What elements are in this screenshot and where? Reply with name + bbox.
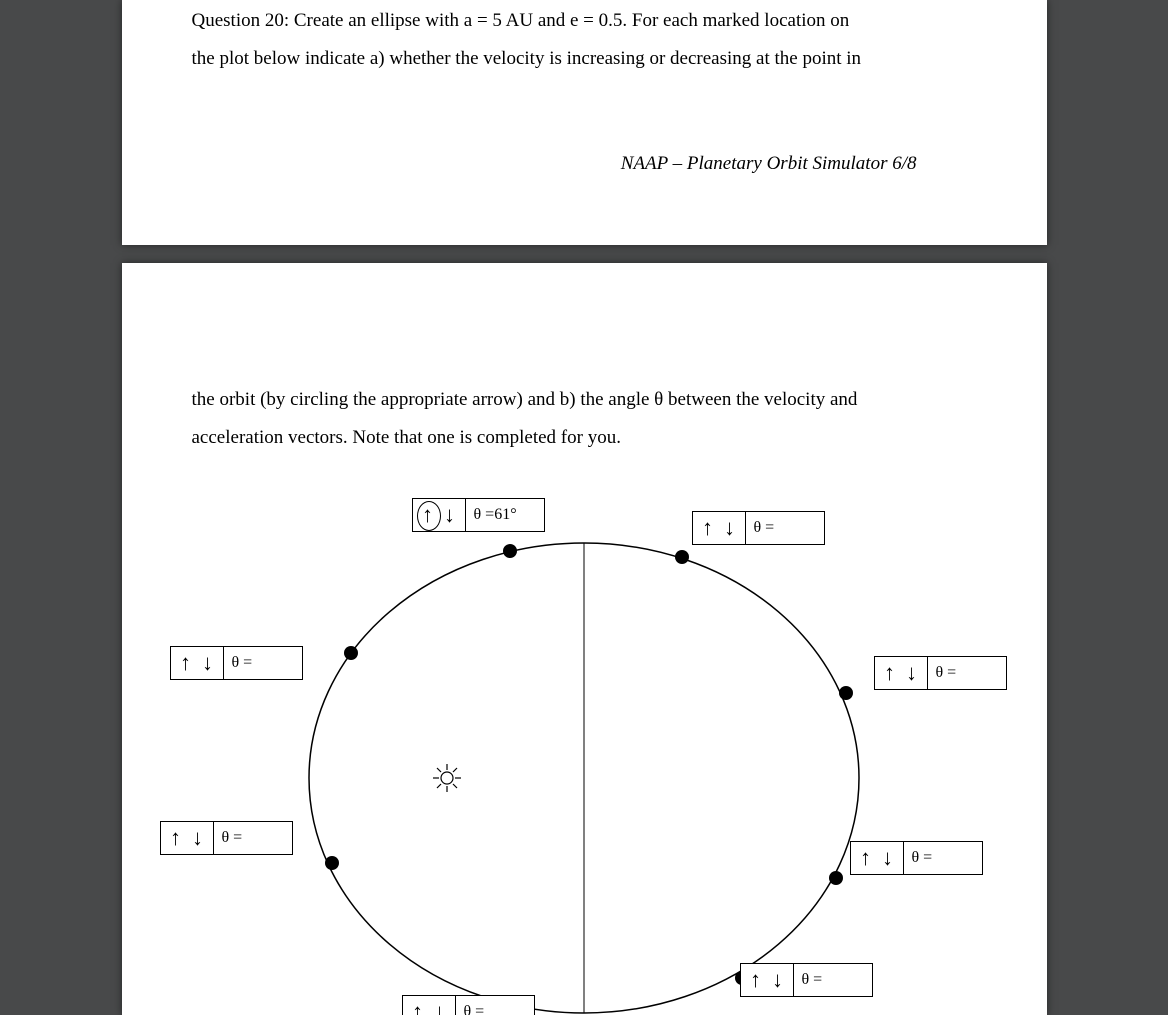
- orbit-point: [675, 550, 689, 564]
- orbit-point: [344, 646, 358, 660]
- arrow-down-icon[interactable]: ↓: [721, 517, 739, 539]
- page-footer: NAAP – Planetary Orbit Simulator 6/8: [621, 153, 917, 175]
- answer-box-top-left[interactable]: ↑ ↓ θ = 61°: [412, 498, 545, 532]
- answer-box-mid-right[interactable]: ↑ ↓ θ =: [874, 656, 1007, 690]
- orbit-point: [839, 686, 853, 700]
- answer-box-bot-right[interactable]: ↑ ↓ θ =: [740, 963, 873, 997]
- arrow-down-icon[interactable]: ↓: [769, 969, 787, 991]
- arrow-pair[interactable]: ↑ ↓: [851, 842, 904, 874]
- arrow-pair[interactable]: ↑ ↓: [171, 647, 224, 679]
- theta-label: θ =: [222, 829, 243, 847]
- arrow-up-icon[interactable]: ↑: [747, 969, 765, 991]
- document-page-2: the orbit (by circling the appropriate a…: [122, 263, 1047, 1015]
- arrow-up-icon[interactable]: ↑: [857, 847, 875, 869]
- theta-label: θ =: [464, 1003, 485, 1015]
- theta-field[interactable]: θ =: [214, 822, 292, 854]
- arrow-pair[interactable]: ↑ ↓: [741, 964, 794, 996]
- answer-box-bot-left[interactable]: ↑ ↓ θ =: [402, 995, 535, 1015]
- answer-box-low-left[interactable]: ↑ ↓ θ =: [160, 821, 293, 855]
- theta-field[interactable]: θ =: [224, 647, 302, 679]
- question-text: Question 20: Create an ellipse with a = …: [192, 0, 977, 78]
- orbit-point: [829, 871, 843, 885]
- arrow-up-icon[interactable]: ↑: [699, 517, 717, 539]
- answer-box-mid-left[interactable]: ↑ ↓ θ =: [170, 646, 303, 680]
- answer-box-top-right[interactable]: ↑ ↓ θ =: [692, 511, 825, 545]
- arrow-down-icon[interactable]: ↓: [879, 847, 897, 869]
- theta-value: 61°: [494, 506, 516, 524]
- orbit-point: [503, 544, 517, 558]
- cont-line2: acceleration vectors. Note that one is c…: [192, 427, 621, 448]
- arrow-up-icon[interactable]: ↑: [167, 827, 185, 849]
- arrow-down-icon[interactable]: ↓: [199, 652, 217, 674]
- theta-label: θ =: [474, 506, 495, 524]
- sun-icon: [433, 764, 461, 792]
- viewport: Question 20: Create an ellipse with a = …: [0, 0, 1168, 1015]
- theta-field[interactable]: θ =: [746, 512, 824, 544]
- cont-line1: the orbit (by circling the appropriate a…: [192, 389, 858, 410]
- arrow-up-icon[interactable]: ↑: [177, 652, 195, 674]
- orbit-svg: [122, 478, 1047, 1015]
- theta-field[interactable]: θ =: [904, 842, 982, 874]
- theta-label: θ =: [754, 519, 775, 537]
- theta-field[interactable]: θ = 61°: [466, 499, 544, 531]
- arrow-down-icon[interactable]: ↓: [903, 662, 921, 684]
- theta-field[interactable]: θ =: [794, 964, 872, 996]
- arrow-up-icon[interactable]: ↑: [409, 1001, 427, 1015]
- orbit-point: [325, 856, 339, 870]
- arrow-pair[interactable]: ↑ ↓: [693, 512, 746, 544]
- theta-field[interactable]: θ =: [928, 657, 1006, 689]
- continuation-text: the orbit (by circling the appropriate a…: [192, 263, 977, 457]
- question-line1: Question 20: Create an ellipse with a = …: [192, 10, 850, 31]
- arrow-down-icon[interactable]: ↓: [441, 504, 459, 526]
- orbit-diagram: ↑ ↓ θ = 61° ↑ ↓ θ =: [122, 478, 1047, 1015]
- arrow-down-icon[interactable]: ↓: [189, 827, 207, 849]
- arrow-up-icon[interactable]: ↑: [881, 662, 899, 684]
- arrow-pair[interactable]: ↑ ↓: [875, 657, 928, 689]
- arrow-pair[interactable]: ↑ ↓: [413, 499, 466, 531]
- theta-field[interactable]: θ =: [456, 996, 534, 1015]
- theta-label: θ =: [802, 971, 823, 989]
- theta-label: θ =: [936, 664, 957, 682]
- question-line2: the plot below indicate a) whether the v…: [192, 48, 862, 69]
- arrow-down-icon[interactable]: ↓: [431, 1001, 449, 1015]
- arrow-pair[interactable]: ↑ ↓: [161, 822, 214, 854]
- document-page-1: Question 20: Create an ellipse with a = …: [122, 0, 1047, 245]
- answer-box-low-right[interactable]: ↑ ↓ θ =: [850, 841, 983, 875]
- theta-label: θ =: [232, 654, 253, 672]
- arrow-up-icon[interactable]: ↑: [419, 504, 437, 526]
- arrow-pair[interactable]: ↑ ↓: [403, 996, 456, 1015]
- theta-label: θ =: [912, 849, 933, 867]
